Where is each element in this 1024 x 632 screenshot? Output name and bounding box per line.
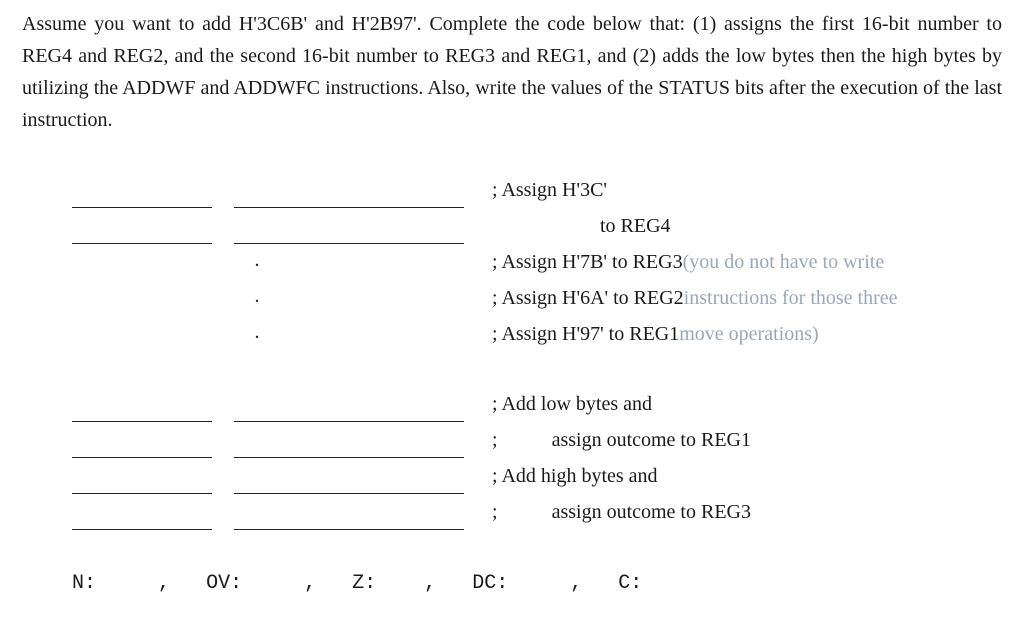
comment-5: ; Add low bytes and — [492, 386, 1024, 422]
comment-2-text: ; Assign H'7B' to REG3 — [492, 246, 683, 278]
code-left-5: . — [22, 318, 482, 352]
code-left-4: . — [22, 282, 482, 316]
blank-arg-5[interactable] — [234, 471, 464, 494]
comment-6-text: assign outcome to REG1 — [552, 424, 751, 456]
blank-op-5[interactable] — [72, 471, 212, 494]
code-left-7 — [22, 424, 482, 458]
comment-1a: ; Assign H'3C' — [492, 172, 1024, 208]
comment-4-grey: move operations) — [679, 318, 818, 350]
status-sep: , — [158, 572, 170, 595]
blank-arg-1[interactable] — [234, 185, 464, 208]
comment-4: ; Assign H'97' to REG1 move operations) — [492, 316, 1024, 352]
blank-arg-6[interactable] — [234, 507, 464, 530]
blank-op-1[interactable] — [72, 185, 212, 208]
blank-arg-2[interactable] — [234, 221, 464, 244]
comment-5-text: ; Add low bytes and — [492, 388, 652, 420]
spacer-right — [492, 352, 1024, 386]
comment-2-grey: (you do not have to write — [683, 246, 885, 278]
status-z-label: Z: — [352, 572, 376, 595]
comment-6: ; assign outcome to REG1 — [492, 422, 1024, 458]
comment-1b-text: to REG4 — [600, 210, 671, 242]
code-left-1 — [22, 174, 482, 208]
blank-op-2[interactable] — [72, 221, 212, 244]
blank-arg-3[interactable] — [234, 399, 464, 422]
status-sep: , — [424, 572, 436, 595]
status-n-label: N: — [72, 572, 96, 595]
comment-4-text: ; Assign H'97' to REG1 — [492, 318, 679, 350]
blank-op-4[interactable] — [72, 435, 212, 458]
comment-6-pre: ; — [492, 424, 498, 456]
comment-1a-text: ; Assign H'3C' — [492, 174, 607, 206]
code-left-2 — [22, 210, 482, 244]
status-bits-row: N: , OV: , Z: , DC: , C: — [22, 568, 1002, 600]
ellipsis-dot: . — [72, 244, 442, 280]
status-sep: , — [304, 572, 316, 595]
ellipsis-dot: . — [72, 316, 442, 352]
blank-op-6[interactable] — [72, 507, 212, 530]
status-c-label: C: — [618, 572, 642, 595]
comment-7-text: ; Add high bytes and — [492, 460, 658, 492]
code-left-9 — [22, 496, 482, 530]
comment-1b: to REG4 — [492, 208, 1024, 244]
comment-8: ; assign outcome to REG3 — [492, 494, 1024, 530]
problem-statement: Assume you want to add H'3C6B' and H'2B9… — [22, 8, 1002, 136]
status-sep: , — [570, 572, 582, 595]
comment-3-grey: instructions for those three — [684, 282, 898, 314]
code-left-8 — [22, 460, 482, 494]
ellipsis-dot: . — [72, 280, 442, 316]
code-left-3: . — [22, 246, 482, 280]
comment-3-text: ; Assign H'6A' to REG2 — [492, 282, 684, 314]
code-left-6 — [22, 388, 482, 422]
spacer-left — [22, 352, 482, 386]
blank-arg-4[interactable] — [234, 435, 464, 458]
comment-7: ; Add high bytes and — [492, 458, 1024, 494]
status-ov-label: OV: — [206, 572, 242, 595]
status-dc-label: DC: — [472, 572, 508, 595]
comment-3: ; Assign H'6A' to REG2 instructions for … — [492, 280, 1024, 316]
comment-8-text: assign outcome to REG3 — [552, 496, 751, 528]
comment-2: ; Assign H'7B' to REG3 (you do not have … — [492, 244, 1024, 280]
blank-op-3[interactable] — [72, 399, 212, 422]
code-block: ; Assign H'3C' to REG4 . ; Assign H'7B' … — [22, 172, 1002, 530]
comment-8-pre: ; — [492, 496, 498, 528]
